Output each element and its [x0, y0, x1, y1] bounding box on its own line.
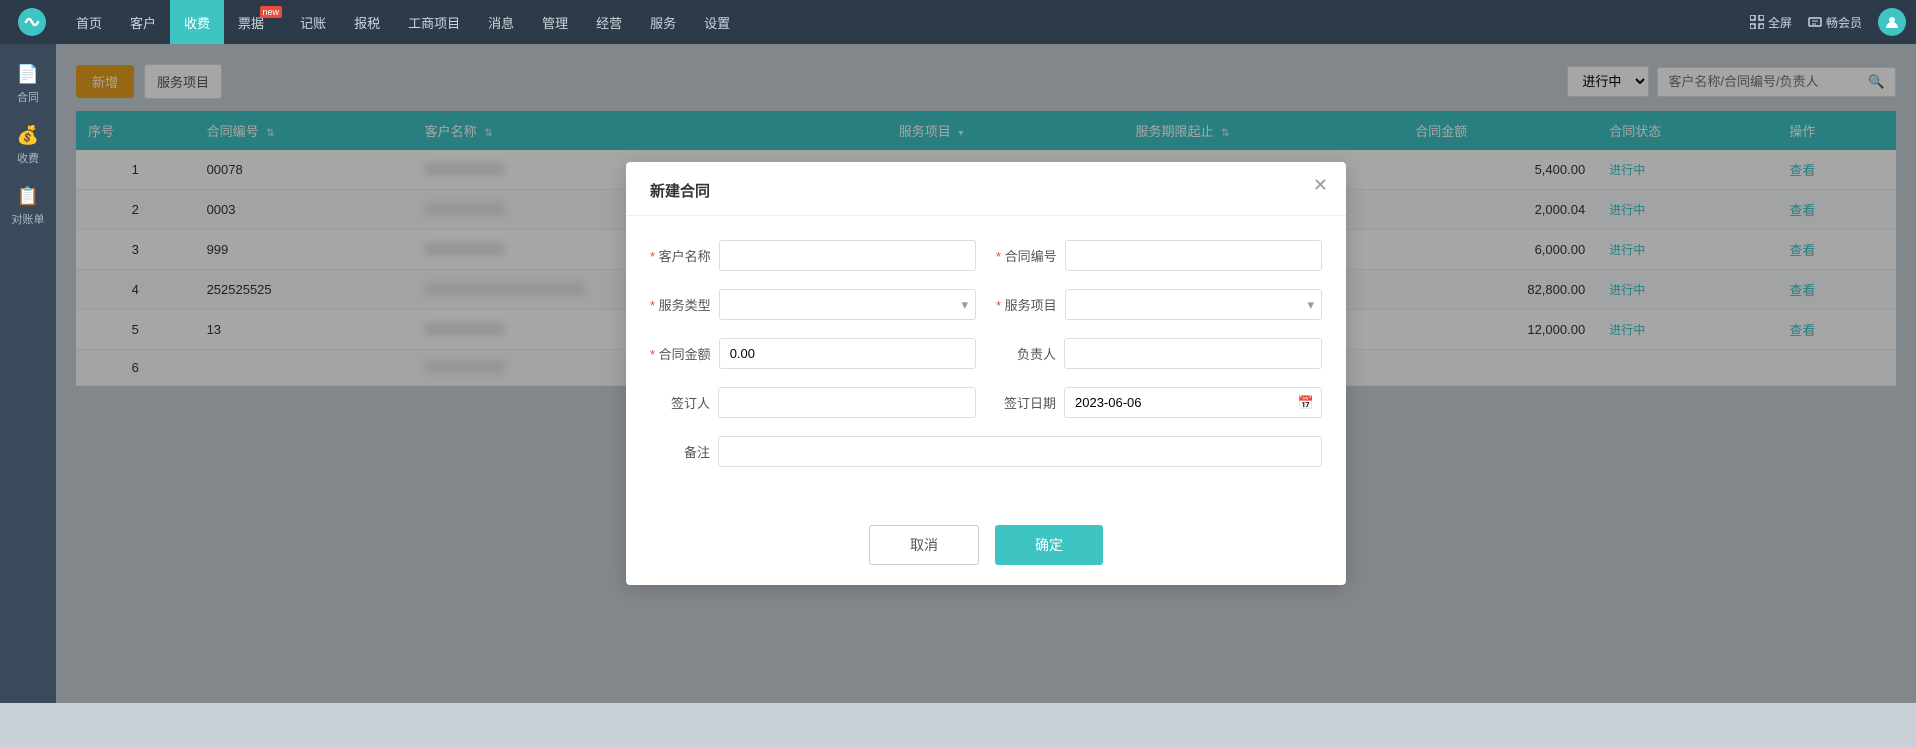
modal-overlay: 新建合同 ✕ 客户名称 合同编号 服务类型: [56, 44, 1916, 703]
nav-business[interactable]: 工商项目: [394, 0, 474, 44]
contract-icon: 📄: [17, 64, 39, 85]
amount-input[interactable]: [719, 338, 976, 369]
nav-home[interactable]: 首页: [62, 0, 116, 44]
field-signer: 签订人: [650, 387, 976, 418]
client-label: 客户名称: [650, 246, 711, 265]
calendar-icon[interactable]: 📅: [1298, 395, 1314, 411]
note-input[interactable]: [718, 436, 1322, 467]
form-row-4: 签订人 签订日期 📅: [650, 387, 1322, 418]
field-owner: 负责人: [996, 338, 1322, 369]
modal-title: 新建合同: [650, 183, 710, 200]
modal-footer: 取消 确定: [626, 509, 1346, 585]
modal-body: 客户名称 合同编号 服务类型: [626, 216, 1346, 509]
contract-no-input[interactable]: [1065, 240, 1322, 271]
client-input[interactable]: [719, 240, 976, 271]
form-row-5: 备注: [650, 436, 1322, 467]
nav-manage[interactable]: 管理: [528, 0, 582, 44]
cancel-button[interactable]: 取消: [869, 525, 979, 565]
sidebar-item-contract[interactable]: 📄 合同: [0, 54, 56, 115]
field-note: 备注: [650, 436, 1322, 467]
service-type-label: 服务类型: [650, 295, 711, 314]
field-service-item: 服务项目: [996, 289, 1322, 320]
sidebar-item-reconcile[interactable]: 📋 对账单: [0, 176, 56, 237]
top-navigation: 首页 客户 收费 票据 new 记账 报税 工商项目 消息 管理 经营 服务 设…: [0, 0, 1916, 44]
new-contract-modal: 新建合同 ✕ 客户名称 合同编号 服务类型: [626, 162, 1346, 585]
new-badge: new: [260, 6, 283, 18]
contract-no-label: 合同编号: [996, 246, 1057, 265]
owner-label: 负责人: [996, 344, 1056, 363]
sign-date-wrap: 📅: [1064, 387, 1322, 418]
fullscreen-button[interactable]: 全屏: [1750, 14, 1792, 31]
form-row-1: 客户名称 合同编号: [650, 240, 1322, 271]
member-button[interactable]: 畅会员: [1808, 14, 1862, 31]
nav-operation[interactable]: 经营: [582, 0, 636, 44]
service-item-select-wrap: [1065, 289, 1322, 320]
note-label: 备注: [650, 442, 710, 461]
service-item-label: 服务项目: [996, 295, 1057, 314]
form-row-2: 服务类型 服务项目: [650, 289, 1322, 320]
amount-label: 合同金额: [650, 344, 711, 363]
field-contract-no: 合同编号: [996, 240, 1322, 271]
field-service-type: 服务类型: [650, 289, 976, 320]
logo[interactable]: [10, 0, 54, 44]
modal-header: 新建合同 ✕: [626, 162, 1346, 216]
modal-close-button[interactable]: ✕: [1313, 176, 1328, 194]
sign-date-input[interactable]: [1064, 387, 1322, 418]
nav-invoice[interactable]: 票据 new: [224, 0, 286, 44]
nav-customer[interactable]: 客户: [116, 0, 170, 44]
nav-message[interactable]: 消息: [474, 0, 528, 44]
form-row-3: 合同金额 负责人: [650, 338, 1322, 369]
nav-service[interactable]: 服务: [636, 0, 690, 44]
nav-right-actions: 全屏 畅会员: [1750, 8, 1906, 36]
sign-date-label: 签订日期: [996, 393, 1056, 412]
sidebar: 📄 合同 💰 收费 📋 对账单: [0, 44, 56, 703]
billing-icon: 💰: [17, 125, 39, 146]
owner-input[interactable]: [1064, 338, 1322, 369]
field-amount: 合同金额: [650, 338, 976, 369]
service-item-select[interactable]: [1065, 289, 1322, 320]
nav-settings[interactable]: 设置: [690, 0, 744, 44]
sidebar-item-billing[interactable]: 💰 收费: [0, 115, 56, 176]
nav-ledger[interactable]: 记账: [286, 0, 340, 44]
signer-label: 签订人: [650, 393, 710, 412]
nav-billing[interactable]: 收费: [170, 0, 224, 44]
field-client: 客户名称: [650, 240, 976, 271]
field-sign-date: 签订日期 📅: [996, 387, 1322, 418]
confirm-button[interactable]: 确定: [995, 525, 1103, 565]
service-type-select[interactable]: [719, 289, 976, 320]
signer-input[interactable]: [718, 387, 976, 418]
reconcile-icon: 📋: [17, 186, 39, 207]
avatar[interactable]: [1878, 8, 1906, 36]
nav-tax[interactable]: 报税: [340, 0, 394, 44]
service-type-select-wrap: [719, 289, 976, 320]
